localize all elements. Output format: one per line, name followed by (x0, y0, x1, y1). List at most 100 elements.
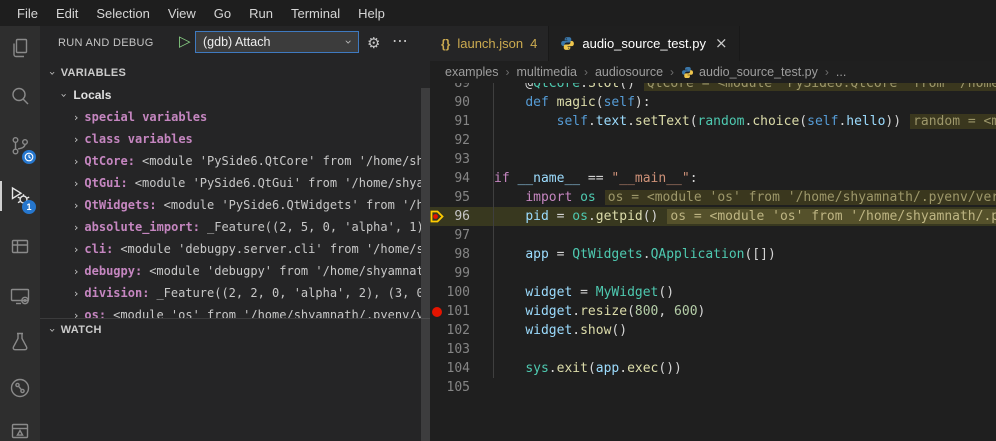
inline-debug-value: random = <module 'random' from '/home/sh… (910, 114, 996, 129)
code-line[interactable]: 102 widget.show() (430, 321, 996, 340)
code-token: os (580, 190, 596, 205)
code-line[interactable]: 91 self.text.setText(random.choice(self.… (430, 112, 996, 131)
activity-git-graph[interactable] (0, 366, 40, 410)
code-token: () (642, 209, 659, 224)
code-line[interactable]: 96 pid = os.getpid() os = <module 'os' fr… (430, 207, 996, 226)
gutter-decoration[interactable] (430, 321, 444, 340)
code-line[interactable]: 95 import os os = <module 'os' from '/hom… (430, 188, 996, 207)
code-line[interactable]: 93 (430, 150, 996, 169)
line-number: 105 (446, 380, 470, 395)
gutter-decoration[interactable] (430, 83, 444, 93)
gutter-decoration[interactable] (430, 264, 444, 283)
chevron-right-icon: › (74, 132, 79, 146)
variable-name: class variables (84, 132, 193, 146)
variable-row[interactable]: › os: <module 'os' from '/home/shyamnath/.… (40, 304, 421, 318)
variable-row[interactable]: › QtGui: <module 'PySide6.QtGui' from '/ho… (40, 172, 421, 194)
code-token: widget (525, 323, 573, 338)
activity-source-control[interactable] (0, 124, 40, 168)
tab-audio-source-test-py[interactable]: audio_source_test.py × (549, 26, 740, 61)
gutter-decoration[interactable] (430, 150, 444, 169)
code-token: QApplication (650, 247, 745, 262)
gutter-decoration[interactable] (430, 245, 444, 264)
breadcrumb-more[interactable]: ... (836, 65, 846, 79)
code-line[interactable]: 92 (430, 131, 996, 150)
tab-label: launch.json (457, 36, 524, 51)
activity-remote-explorer[interactable] (0, 274, 40, 318)
inline-debug-value: QtCore = <module 'PySide6.QtCore' from '… (643, 83, 996, 91)
close-icon[interactable]: × (715, 36, 728, 51)
gutter-decoration[interactable] (430, 188, 444, 207)
code-line[interactable]: 103 (430, 340, 996, 359)
code-line[interactable]: 90 def magic(self): (430, 93, 996, 112)
menu-go[interactable]: Go (205, 4, 240, 23)
sidebar-scrollbar[interactable] (421, 88, 430, 441)
menu-selection[interactable]: Selection (87, 4, 158, 23)
gutter-decoration[interactable] (430, 378, 444, 397)
variable-row[interactable]: › division: _Feature((2, 2, 0, 'alpha', 2)… (40, 282, 421, 304)
variable-row[interactable]: › absolute_import: _Feature((2, 5, 0, 'alp… (40, 216, 421, 238)
activity-testing[interactable] (0, 320, 40, 364)
menu-file[interactable]: File (8, 4, 47, 23)
code-token: 800 (634, 304, 659, 319)
line-number: 103 (446, 342, 470, 357)
menu-edit[interactable]: Edit (47, 4, 87, 23)
variable-row[interactable]: › class variables (40, 128, 421, 150)
code-line[interactable]: 101 widget.resize(800, 600) (430, 302, 996, 321)
start-debugging-button[interactable]: ▷ (179, 32, 191, 50)
more-actions-button[interactable]: ⋯ (392, 31, 408, 50)
activity-search[interactable] (0, 74, 40, 118)
code-token: = (572, 285, 596, 300)
variables-section-header[interactable]: › VARIABLES (40, 62, 430, 84)
gutter-decoration[interactable] (430, 207, 444, 226)
breadcrumb-file-item[interactable]: audio_source_test.py (681, 65, 818, 79)
configure-gear-button[interactable]: ⚙ (367, 34, 380, 52)
variable-row[interactable]: › QtWidgets: <module 'PySide6.QtWidgets' f… (40, 194, 421, 216)
code-line[interactable]: 100 widget = MyWidget() (430, 283, 996, 302)
gutter-decoration[interactable] (430, 340, 444, 359)
gutter-decoration[interactable] (430, 169, 444, 188)
breadcrumb-item[interactable]: audiosource (595, 65, 663, 79)
breadcrumb-item[interactable]: multimedia (517, 65, 577, 79)
remote-explorer-icon (10, 288, 30, 305)
code-line[interactable]: 97 (430, 226, 996, 245)
activity-panel[interactable] (0, 410, 40, 441)
menu-terminal[interactable]: Terminal (282, 4, 349, 23)
code-line[interactable]: 89 @QtCore.Slot() QtCore = <module 'PySid… (430, 83, 996, 93)
line-number: 95 (454, 190, 470, 205)
menu-help[interactable]: Help (349, 4, 394, 23)
variable-row[interactable]: › special variables (40, 106, 421, 128)
code-line[interactable]: 105 (430, 378, 996, 397)
activity-run-and-debug[interactable]: 1 (0, 174, 40, 218)
code-line[interactable]: 99 (430, 264, 996, 283)
tab-launch-json[interactable]: {} launch.json 4 (430, 26, 550, 61)
gutter-decoration[interactable] (430, 112, 444, 131)
code-line[interactable]: 94 if __name__ == "__main__": (430, 169, 996, 188)
menu-view[interactable]: View (159, 4, 205, 23)
code-line[interactable]: 98 app = QtWidgets.QApplication([]) (430, 245, 996, 264)
variable-row[interactable]: › cli: <module 'debugpy.server.cli' from '… (40, 238, 421, 260)
activity-extensions[interactable] (0, 226, 40, 270)
gutter-decoration[interactable] (430, 302, 444, 321)
line-number: 96 (454, 209, 470, 224)
python-icon (682, 66, 694, 78)
variable-row[interactable]: › debugpy: <module 'debugpy' from '/home/s… (40, 260, 421, 282)
gutter-decoration[interactable] (430, 226, 444, 245)
breakpoint-icon[interactable] (432, 307, 442, 317)
activity-bar: 1 (0, 26, 40, 441)
code-line[interactable]: 104 sys.exit(app.exec()) (430, 359, 996, 378)
breadcrumb-item[interactable]: examples (445, 65, 499, 79)
watch-section-header[interactable]: › WATCH (40, 318, 430, 341)
gutter-decoration[interactable] (430, 131, 444, 150)
activity-explorer[interactable] (0, 26, 40, 70)
variable-row[interactable]: › QtCore: <module 'PySide6.QtCore' from '/… (40, 150, 421, 172)
menu-run[interactable]: Run (240, 4, 282, 23)
debug-config-dropdown[interactable]: (gdb) Attach › (195, 31, 359, 53)
gutter-decoration[interactable] (430, 359, 444, 378)
code-token: QtWidgets (572, 247, 643, 262)
locals-scope-row[interactable]: › Locals (40, 84, 430, 106)
gutter-decoration[interactable] (430, 283, 444, 302)
gutter-decoration[interactable] (430, 93, 444, 112)
